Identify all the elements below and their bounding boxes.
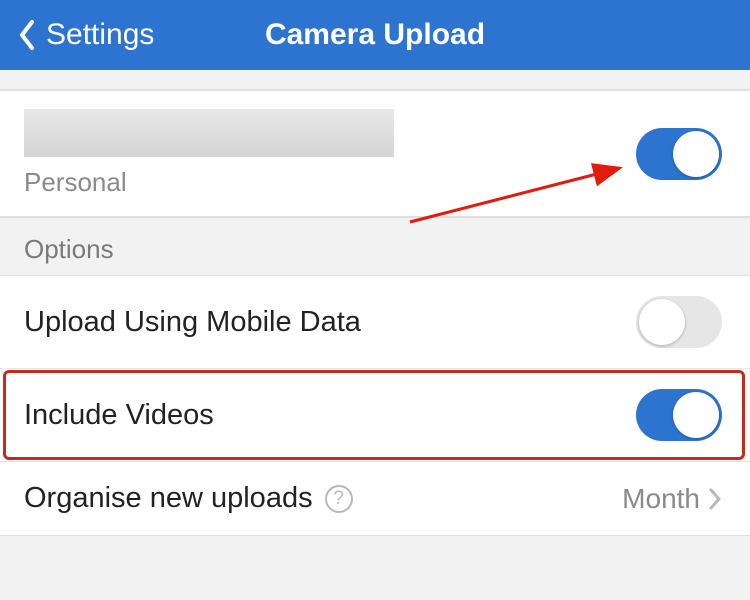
include-videos-row[interactable]: Include Videos <box>0 369 750 462</box>
include-videos-toggle[interactable] <box>636 389 722 441</box>
toggle-knob <box>673 392 719 438</box>
options-header: Options <box>0 217 750 276</box>
include-videos-highlight: Include Videos <box>0 369 750 462</box>
header-bar: Settings Camera Upload <box>0 0 750 70</box>
toggle-knob <box>639 299 685 345</box>
mobile-data-row[interactable]: Upload Using Mobile Data <box>0 276 750 369</box>
include-videos-label: Include Videos <box>24 399 214 432</box>
chevron-right-icon <box>708 487 722 511</box>
organise-row[interactable]: Organise new uploads ? Month <box>0 462 750 536</box>
back-button[interactable]: Settings <box>18 18 154 52</box>
account-name-redacted <box>24 109 394 157</box>
organise-value-group: Month <box>622 483 722 515</box>
mobile-data-label: Upload Using Mobile Data <box>24 306 361 339</box>
organise-label-group: Organise new uploads ? <box>24 482 353 515</box>
page-title: Camera Upload <box>265 18 485 52</box>
back-label: Settings <box>46 18 154 52</box>
spacer <box>0 536 750 556</box>
account-row: Personal <box>0 91 750 216</box>
mobile-data-toggle[interactable] <box>636 296 722 348</box>
organise-label: Organise new uploads <box>24 482 313 515</box>
chevron-left-icon <box>18 20 36 50</box>
account-subtitle: Personal <box>24 167 394 198</box>
spacer <box>0 70 750 90</box>
camera-upload-toggle[interactable] <box>636 128 722 180</box>
options-list: Upload Using Mobile Data Include Videos … <box>0 276 750 536</box>
account-info: Personal <box>24 109 394 198</box>
account-section: Personal <box>0 90 750 217</box>
toggle-knob <box>673 131 719 177</box>
organise-value: Month <box>622 483 700 515</box>
help-icon[interactable]: ? <box>325 485 353 513</box>
